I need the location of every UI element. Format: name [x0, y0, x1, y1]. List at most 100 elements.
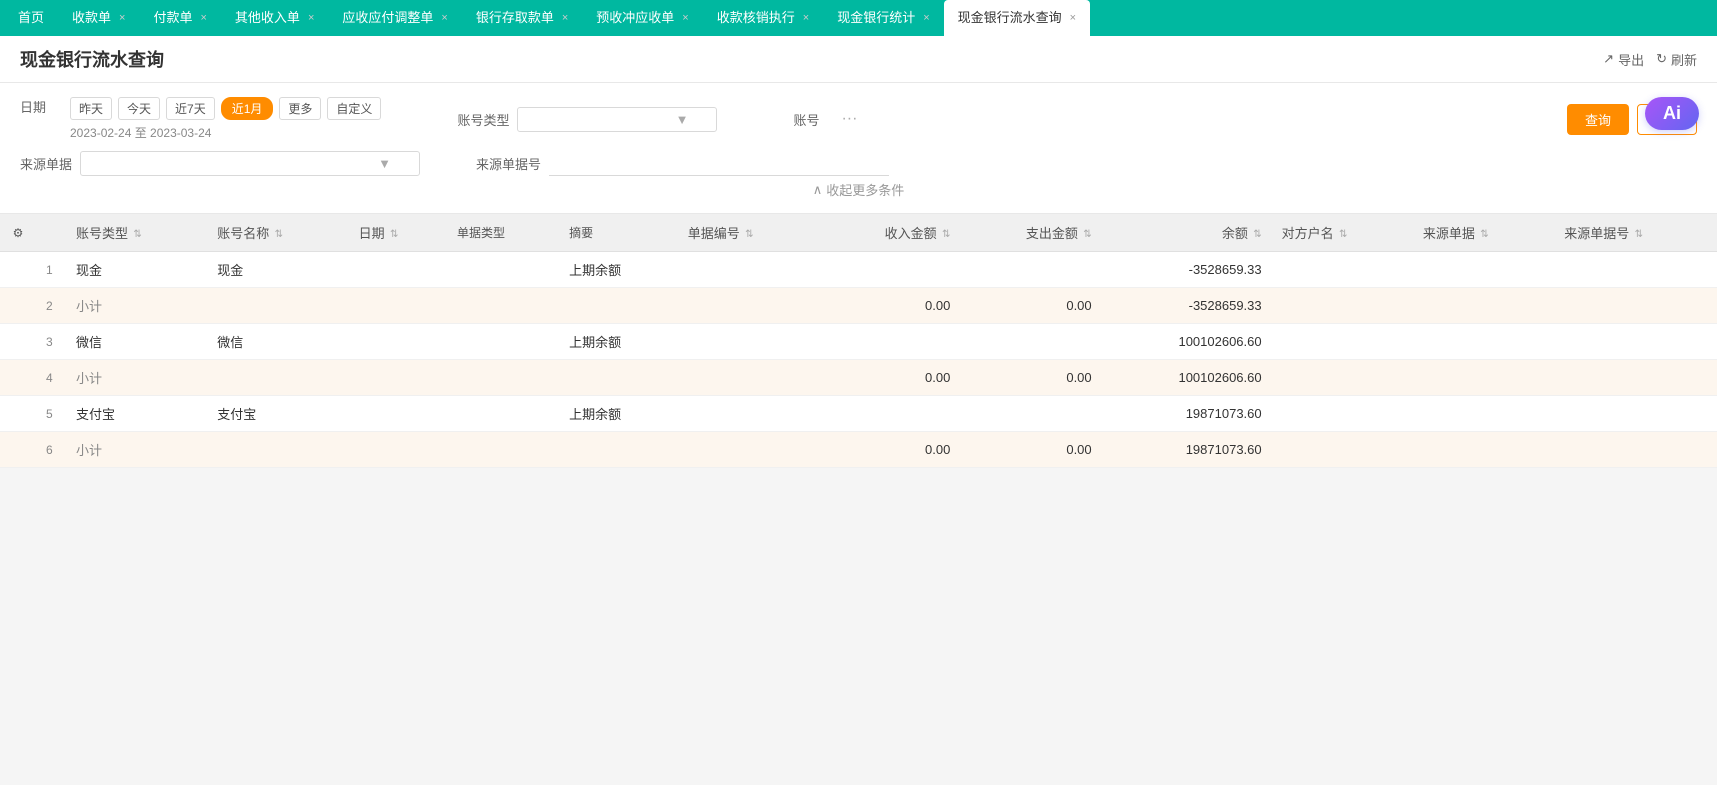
nav-ar-ap-adjust[interactable]: 应收应付调整单 × — [328, 0, 461, 36]
nav-collection-exec[interactable]: 收款核销执行 × — [703, 0, 823, 36]
th-source-doc-no[interactable]: 来源单据号 ⇅ — [1554, 214, 1717, 252]
nav-receipt[interactable]: 收款单 × — [58, 0, 139, 36]
cell-date — [349, 432, 447, 468]
cell-doc-type — [447, 288, 559, 324]
cell-gear — [0, 252, 36, 288]
cell-source-doc-no — [1554, 324, 1717, 360]
cell-income — [819, 252, 960, 288]
th-account-name[interactable]: 账号名称 ⇅ — [207, 214, 348, 252]
date-options: 昨天 今天 近7天 近1月 更多 自定义 — [70, 97, 381, 120]
cell-counterpart — [1272, 288, 1413, 324]
ai-badge-button[interactable]: Ai — [1645, 97, 1699, 130]
export-button[interactable]: ↗ 导出 — [1603, 50, 1644, 69]
source-doc-select[interactable]: ▼ — [80, 151, 420, 176]
source-doc-label: 来源单据 — [20, 154, 72, 173]
cell-counterpart — [1272, 396, 1413, 432]
close-icon[interactable]: × — [308, 0, 314, 36]
th-date[interactable]: 日期 ⇅ — [349, 214, 447, 252]
cell-account-type: 小计 — [66, 360, 207, 396]
source-doc-no-input[interactable] — [549, 152, 889, 176]
date-more[interactable]: 更多 — [279, 97, 321, 120]
export-icon: ↗ — [1603, 51, 1614, 67]
date-label: 日期 — [20, 97, 60, 116]
th-doc-type: 单据类型 — [447, 214, 559, 252]
cell-account-name: 微信 — [207, 324, 348, 360]
cell-gear — [0, 396, 36, 432]
cell-balance: -3528659.33 — [1102, 252, 1272, 288]
th-expense[interactable]: 支出金额 ⇅ — [960, 214, 1101, 252]
cell-source-doc-no — [1554, 288, 1717, 324]
close-icon[interactable]: × — [923, 0, 929, 36]
cell-income — [819, 324, 960, 360]
nav-cash-bank-flow[interactable]: 现金银行流水查询 × — [944, 0, 1090, 36]
th-source-doc[interactable]: 来源单据 ⇅ — [1413, 214, 1554, 252]
th-counterpart[interactable]: 对方户名 ⇅ — [1272, 214, 1413, 252]
th-doc-no[interactable]: 单据编号 ⇅ — [678, 214, 819, 252]
account-group: 账号 ··· — [793, 110, 857, 129]
close-icon[interactable]: × — [200, 0, 206, 36]
close-icon[interactable]: × — [803, 0, 809, 36]
header-actions: ↗ 导出 ↻ 刷新 — [1603, 50, 1697, 69]
account-type-select[interactable]: ▼ — [517, 107, 717, 132]
cell-balance: 100102606.60 — [1102, 324, 1272, 360]
cell-expense: 0.00 — [960, 432, 1101, 468]
table-row: 3微信微信上期余额100102606.60 — [0, 324, 1717, 360]
filter-row-1: 日期 昨天 今天 近7天 近1月 更多 自定义 2023-02-24 至 202… — [20, 97, 1697, 141]
nav-home[interactable]: 首页 — [4, 0, 58, 36]
nav-payment[interactable]: 付款单 × — [139, 0, 220, 36]
cell-doc-no — [678, 288, 819, 324]
cell-account-name: 支付宝 — [207, 396, 348, 432]
table-row: 4小计0.000.00100102606.60 — [0, 360, 1717, 396]
cell-source-doc — [1413, 288, 1554, 324]
cell-summary: 上期余额 — [559, 396, 678, 432]
nav-other-income[interactable]: 其他收入单 × — [221, 0, 328, 36]
source-doc-no-group: 来源单据号 — [476, 152, 889, 176]
chevron-down-icon: ▼ — [378, 156, 391, 171]
close-icon[interactable]: × — [441, 0, 447, 36]
refresh-button[interactable]: ↻ 刷新 — [1656, 50, 1697, 69]
date-today[interactable]: 今天 — [118, 97, 160, 120]
date-7days[interactable]: 近7天 — [166, 97, 215, 120]
query-button[interactable]: 查询 — [1567, 104, 1629, 135]
collapse-bar[interactable]: ∧ 收起更多条件 — [20, 176, 1697, 199]
sort-icon: ⇅ — [1083, 229, 1091, 240]
date-custom[interactable]: 自定义 — [327, 97, 381, 120]
cell-income: 0.00 — [819, 432, 960, 468]
cell-idx: 6 — [36, 432, 66, 468]
cell-gear — [0, 360, 36, 396]
th-balance[interactable]: 余额 ⇅ — [1102, 214, 1272, 252]
cell-source-doc-no — [1554, 396, 1717, 432]
table-row: 6小计0.000.0019871073.60 — [0, 432, 1717, 468]
th-gear[interactable]: ⚙ — [0, 214, 36, 252]
account-more-icon[interactable]: ··· — [841, 110, 857, 128]
th-account-type[interactable]: 账号类型 ⇅ — [66, 214, 207, 252]
cell-source-doc — [1413, 396, 1554, 432]
close-icon[interactable]: × — [562, 0, 568, 36]
date-yesterday[interactable]: 昨天 — [70, 97, 112, 120]
cell-expense: 0.00 — [960, 360, 1101, 396]
nav-bank-deposit[interactable]: 银行存取款单 × — [462, 0, 582, 36]
date-1month[interactable]: 近1月 — [221, 97, 274, 120]
table-wrap: ⚙ 账号类型 ⇅ 账号名称 ⇅ 日期 ⇅ 单据类型 摘要 单据编号 — [0, 214, 1717, 468]
nav-advance-offset[interactable]: 预收冲应收单 × — [582, 0, 702, 36]
flow-table: ⚙ 账号类型 ⇅ 账号名称 ⇅ 日期 ⇅ 单据类型 摘要 单据编号 — [0, 214, 1717, 468]
date-filter-group: 日期 昨天 今天 近7天 近1月 更多 自定义 2023-02-24 至 202… — [20, 97, 381, 141]
cell-account-type: 小计 — [66, 288, 207, 324]
close-icon[interactable]: × — [682, 0, 688, 36]
th-idx — [36, 214, 66, 252]
cell-account-type: 小计 — [66, 432, 207, 468]
cell-balance: 19871073.60 — [1102, 432, 1272, 468]
date-options-wrap: 昨天 今天 近7天 近1月 更多 自定义 2023-02-24 至 2023-0… — [70, 97, 381, 141]
th-income[interactable]: 收入金额 ⇅ — [819, 214, 960, 252]
sort-icon: ⇅ — [942, 229, 950, 240]
refresh-icon: ↻ — [1656, 51, 1667, 67]
close-icon[interactable]: × — [119, 0, 125, 36]
cell-source-doc — [1413, 252, 1554, 288]
cell-doc-no — [678, 252, 819, 288]
cell-expense — [960, 324, 1101, 360]
close-icon[interactable]: × — [1070, 0, 1076, 36]
cell-gear — [0, 288, 36, 324]
cell-doc-no — [678, 324, 819, 360]
nav-cash-bank-stats[interactable]: 现金银行统计 × — [823, 0, 943, 36]
cell-idx: 2 — [36, 288, 66, 324]
